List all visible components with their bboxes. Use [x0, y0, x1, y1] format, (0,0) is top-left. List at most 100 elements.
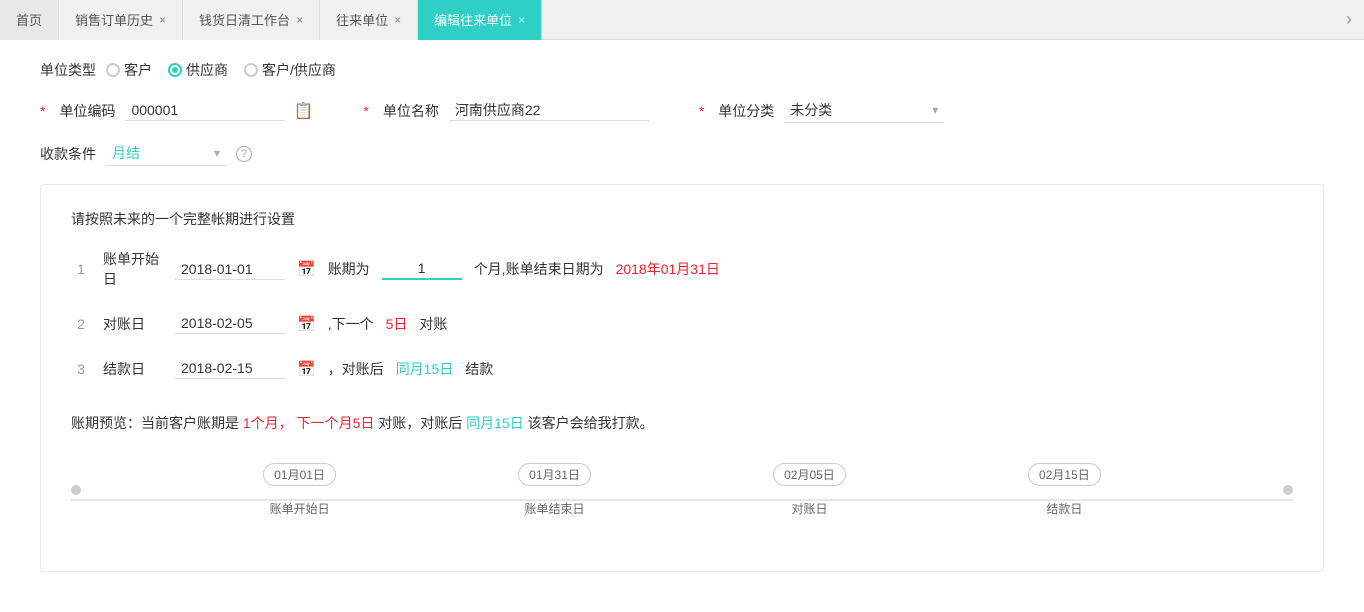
timeline-dot-left	[71, 485, 81, 495]
payment-terms-value: 月结	[112, 143, 140, 163]
radio-supplier-label: 供应商	[186, 60, 228, 80]
unit-name-required-star: *	[363, 103, 368, 119]
row-num-1: 1	[71, 261, 91, 277]
timeline-point-4: 02月15日 结款日	[1028, 463, 1101, 517]
tab-more-button[interactable]: ›	[1334, 0, 1364, 40]
setting-row-3: 3 结款日 📅 ，对账后 同月15日 结款	[71, 358, 1293, 379]
tab-sales-history[interactable]: 销售订单历史 ×	[59, 0, 183, 40]
calendar-icon-3[interactable]: 📅	[297, 360, 316, 378]
timeline-label-3: 对账日	[791, 500, 827, 517]
timeline-badge-3: 02月05日	[773, 463, 846, 486]
unit-code-label: 单位编码	[59, 101, 115, 121]
timeline-label-4: 结款日	[1046, 500, 1082, 517]
tab-counterparty[interactable]: 往来单位 ×	[320, 0, 418, 40]
unit-code-input[interactable]	[125, 100, 285, 121]
unit-category-required-star: *	[699, 103, 704, 119]
desc-suffix-2: 对账	[419, 314, 447, 334]
unit-category-value: 未分类	[790, 100, 832, 120]
setting-row-1: 1 账单开始日 📅 账期为 个月,账单结束日期为 2018年01月31日	[71, 249, 1293, 289]
payment-terms-select[interactable]: 月结 ▾	[106, 141, 226, 166]
tab-edit-counterparty-label: 编辑往来单位	[434, 10, 512, 29]
desc-prefix-1: 账期为	[328, 259, 370, 279]
row-type-label-3: 结款日	[103, 359, 163, 379]
calendar-icon-1[interactable]: 📅	[297, 260, 316, 278]
timeline-point-2: 01月31日 账单结束日	[518, 463, 591, 517]
row-num-3: 3	[71, 361, 91, 377]
tab-cash-daily[interactable]: 钱货日清工作台 ×	[183, 0, 320, 40]
tab-cash-daily-close[interactable]: ×	[296, 13, 303, 27]
radio-both-label: 客户/供应商	[262, 60, 336, 80]
preview-reconcile-suffix: 对账，对账后	[378, 415, 462, 431]
highlight-date-1: 2018年01月31日	[616, 259, 720, 279]
unit-name-input[interactable]	[449, 100, 649, 121]
preview-reconcile: 下一个月5日	[297, 415, 375, 431]
period-input[interactable]	[382, 258, 462, 280]
payment-terms-row: 收款条件 月结 ▾ ?	[40, 141, 1324, 166]
row-type-label-1: 账单开始日	[103, 249, 163, 289]
tab-bar: 首页 销售订单历史 × 钱货日清工作台 × 往来单位 × 编辑往来单位 × ›	[0, 0, 1364, 40]
payment-terms-arrow-icon: ▾	[214, 146, 220, 160]
settings-title: 请按照未来的一个完整帐期进行设置	[71, 209, 1293, 229]
radio-customer[interactable]: 客户	[106, 60, 152, 80]
radio-both-circle	[244, 63, 258, 77]
highlight-text-3: 同月15日	[396, 359, 454, 379]
main-content: 单位类型 客户 供应商 客户/供应商 * 单位编码 📋 * 单位名称	[0, 40, 1364, 612]
preview-text: 账期预览：当前客户账期是 1个月， 下一个月5日 对账，对账后 同月15日 该客…	[71, 403, 1293, 453]
timeline-badge-2: 01月31日	[518, 463, 591, 486]
tab-home[interactable]: 首页	[0, 0, 59, 40]
unit-code-required-star: *	[40, 103, 45, 119]
radio-both[interactable]: 客户/供应商	[244, 60, 336, 80]
unit-code-copy-icon[interactable]: 📋	[293, 101, 313, 121]
highlight-text-2: 5日	[386, 314, 408, 334]
tab-edit-counterparty[interactable]: 编辑往来单位 ×	[418, 0, 542, 40]
date-input-1[interactable]	[175, 259, 285, 280]
radio-supplier-circle	[168, 63, 182, 77]
desc-prefix-3: ，对账后	[328, 359, 384, 379]
unit-code-field-group: 📋	[125, 100, 313, 121]
timeline-point-3: 02月05日 对账日	[773, 463, 846, 517]
preview-prefix: 账期预览：当前客户账期是	[71, 415, 239, 431]
preview-suffix: 该客户会给我打款。	[528, 415, 654, 431]
timeline-dot-right	[1283, 485, 1293, 495]
timeline-label-2: 账单结束日	[525, 500, 585, 517]
date-input-2[interactable]	[175, 313, 285, 334]
calendar-icon-2[interactable]: 📅	[297, 315, 316, 333]
preview-payment: 同月15日	[466, 415, 524, 431]
unit-type-label: 单位类型	[40, 60, 96, 80]
unit-type-radio-group: 客户 供应商 客户/供应商	[106, 60, 336, 80]
tab-cash-daily-label: 钱货日清工作台	[199, 10, 290, 29]
settings-box: 请按照未来的一个完整帐期进行设置 1 账单开始日 📅 账期为 个月,账单结束日期…	[40, 184, 1324, 572]
payment-terms-label: 收款条件	[40, 144, 96, 164]
unit-category-dropdown[interactable]: 未分类 ▾	[784, 98, 944, 123]
timeline: 01月01日 账单开始日 01月31日 账单结束日 02月05日 对账日 02月…	[71, 453, 1293, 547]
tab-sales-history-label: 销售订单历史	[75, 10, 153, 29]
payment-terms-help-icon[interactable]: ?	[236, 146, 252, 162]
unit-type-row: 单位类型 客户 供应商 客户/供应商	[40, 60, 1324, 80]
date-input-3[interactable]	[175, 358, 285, 379]
tab-home-label: 首页	[16, 10, 42, 29]
tab-counterparty-label: 往来单位	[336, 10, 388, 29]
row-num-2: 2	[71, 316, 91, 332]
tab-edit-counterparty-close[interactable]: ×	[518, 13, 525, 27]
unit-name-field-group	[449, 100, 649, 121]
radio-customer-label: 客户	[124, 60, 152, 80]
timeline-badge-4: 02月15日	[1028, 463, 1101, 486]
unit-category-arrow-icon: ▾	[932, 103, 938, 117]
desc-suffix-3: 结款	[465, 359, 493, 379]
desc-prefix-2: ,下一个	[328, 314, 374, 334]
radio-customer-circle	[106, 63, 120, 77]
timeline-point-1: 01月01日 账单开始日	[263, 463, 336, 517]
unit-name-label: 单位名称	[383, 101, 439, 121]
desc-suffix-1: 个月,账单结束日期为	[474, 259, 604, 279]
setting-row-2: 2 对账日 📅 ,下一个 5日 对账	[71, 313, 1293, 334]
tab-sales-history-close[interactable]: ×	[159, 13, 166, 27]
unit-fields-row: * 单位编码 📋 * 单位名称 * 单位分类 未分类 ▾	[40, 98, 1324, 123]
preview-period: 1个月，	[243, 415, 293, 431]
tab-counterparty-close[interactable]: ×	[394, 13, 401, 27]
timeline-label-1: 账单开始日	[270, 500, 330, 517]
timeline-items: 01月01日 账单开始日 01月31日 账单结束日 02月05日 对账日 02月…	[71, 463, 1293, 517]
row-type-label-2: 对账日	[103, 314, 163, 334]
timeline-badge-1: 01月01日	[263, 463, 336, 486]
radio-supplier[interactable]: 供应商	[168, 60, 228, 80]
unit-category-label: 单位分类	[718, 101, 774, 121]
